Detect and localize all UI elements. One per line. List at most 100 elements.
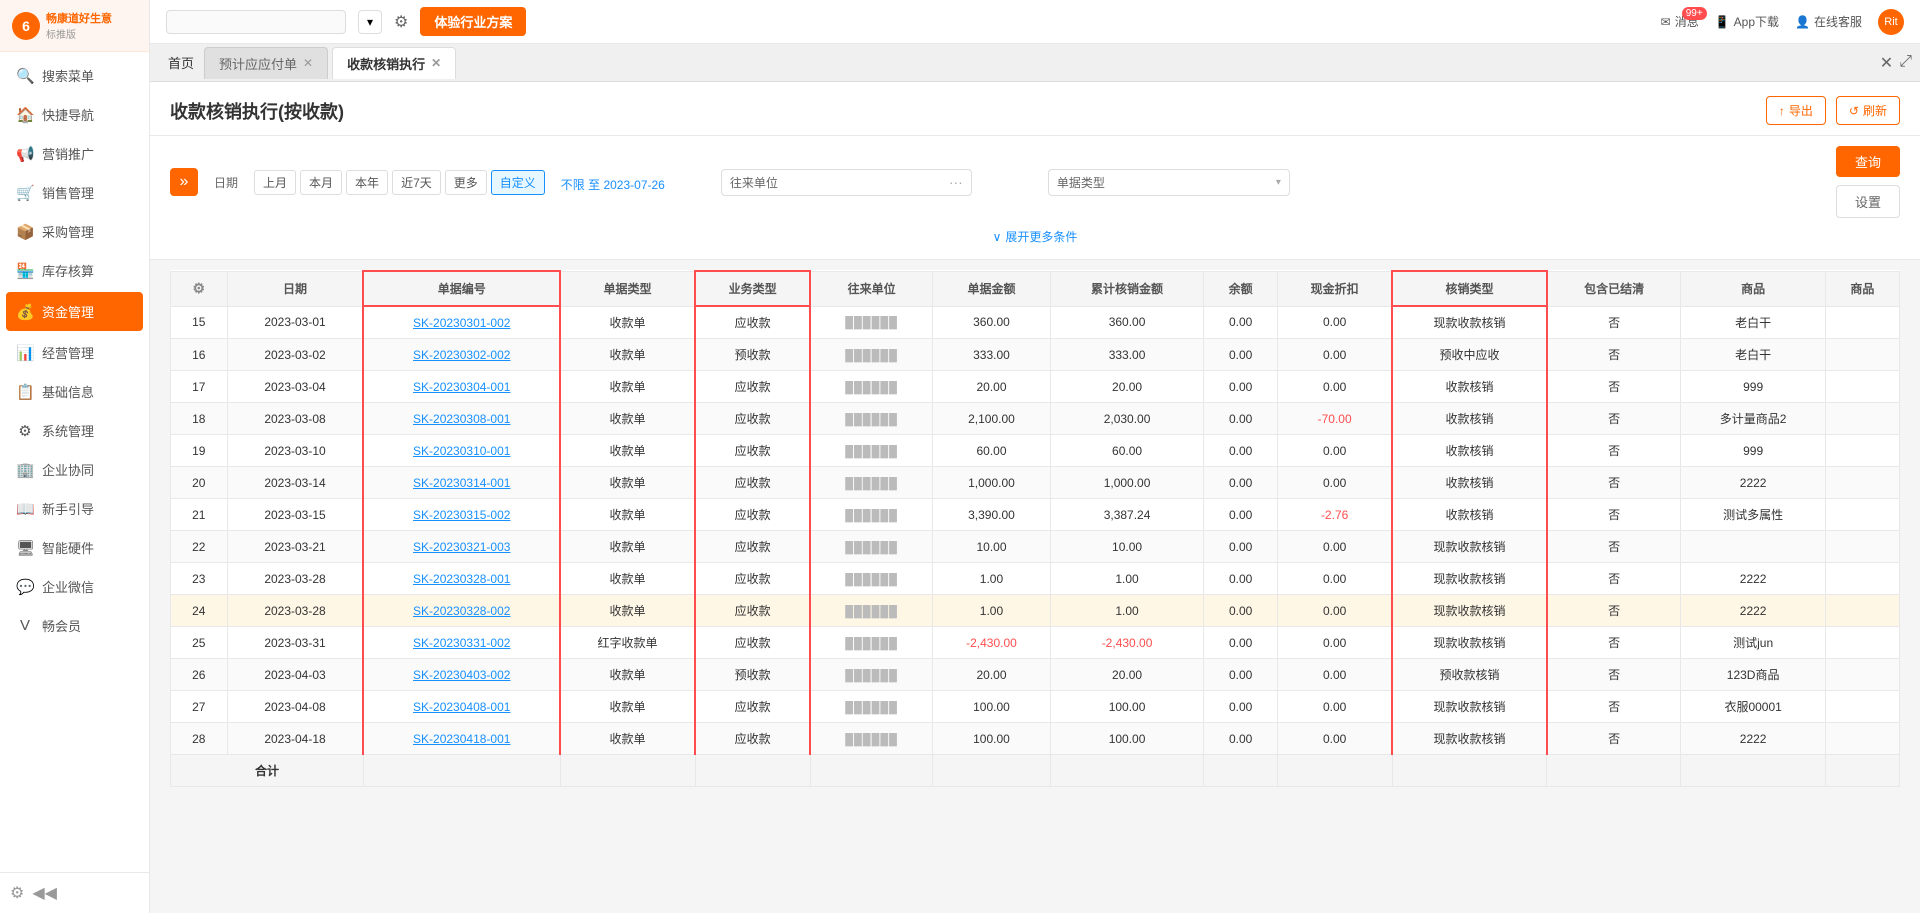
tab-collection-close[interactable]: ✕ bbox=[431, 56, 441, 70]
row-voucher-no[interactable]: SK-20230308-001 bbox=[363, 403, 560, 435]
export-btn[interactable]: ↑ 导出 bbox=[1766, 96, 1826, 125]
sidebar-item-basic[interactable]: 📋 基础信息 bbox=[0, 372, 149, 411]
sidebar-item-wechat[interactable]: 💬 企业微信 bbox=[0, 567, 149, 606]
row-voucher-no[interactable]: SK-20230310-001 bbox=[363, 435, 560, 467]
row-voucher-type: 收款单 bbox=[560, 339, 695, 371]
row-date: 2023-03-02 bbox=[227, 339, 363, 371]
row-voucher-no[interactable]: SK-20230315-002 bbox=[363, 499, 560, 531]
sidebar-item-purchase[interactable]: 📦 采购管理 bbox=[0, 212, 149, 251]
sidebar-item-sales[interactable]: 🛒 销售管理 bbox=[0, 173, 149, 212]
row-voucher-no[interactable]: SK-20230328-001 bbox=[363, 563, 560, 595]
footer-goods2 bbox=[1825, 755, 1899, 787]
setting-btn[interactable]: 设置 bbox=[1836, 185, 1900, 218]
unit-filter-input[interactable] bbox=[788, 175, 943, 189]
date-btn-this-month[interactable]: 本月 bbox=[300, 170, 342, 195]
date-filter-label: 日期 bbox=[214, 174, 238, 191]
topbar-search-input[interactable] bbox=[166, 10, 346, 34]
tab-home[interactable]: 首页 bbox=[158, 47, 204, 78]
voucher-type-input[interactable] bbox=[1115, 175, 1270, 189]
row-cash-discount: -70.00 bbox=[1278, 403, 1392, 435]
tab-prepayment-close[interactable]: ✕ bbox=[303, 56, 313, 70]
messages-btn[interactable]: ✉ 消息 99+ bbox=[1661, 13, 1699, 30]
date-btn-last-month[interactable]: 上月 bbox=[254, 170, 296, 195]
row-date: 2023-04-03 bbox=[227, 659, 363, 691]
sidebar-item-quicknav[interactable]: 🏠 快捷导航 bbox=[0, 95, 149, 134]
tab-expand-icon[interactable]: ⤢ bbox=[1899, 53, 1912, 73]
collapse-icon[interactable]: ◀◀ bbox=[32, 883, 57, 903]
expand-more-btn[interactable]: ∨ 展开更多条件 bbox=[993, 228, 1078, 245]
industry-btn[interactable]: 体验行业方案 bbox=[420, 7, 526, 36]
row-voucher-no[interactable]: SK-20230304-001 bbox=[363, 371, 560, 403]
voucher-link[interactable]: SK-20230304-001 bbox=[413, 380, 510, 394]
sidebar-item-search[interactable]: 🔍 搜索菜单 bbox=[0, 56, 149, 95]
row-goods2 bbox=[1825, 371, 1899, 403]
voucher-link[interactable]: SK-20230314-001 bbox=[413, 476, 510, 490]
topbar-gear-icon[interactable]: ⚙ bbox=[394, 12, 408, 32]
voucher-link[interactable]: SK-20230328-001 bbox=[413, 572, 510, 586]
row-biz-type: 应收款 bbox=[695, 627, 810, 659]
sidebar-item-operation[interactable]: 📊 经营管理 bbox=[0, 333, 149, 372]
sidebar-item-enterprise[interactable]: 🏢 企业协同 bbox=[0, 450, 149, 489]
search-icon: 🔍 bbox=[16, 67, 34, 85]
row-cancel-type: 收款核销 bbox=[1392, 403, 1547, 435]
unit-filter-dots[interactable]: ··· bbox=[949, 174, 963, 190]
settings-bottom-icon[interactable]: ⚙ bbox=[10, 883, 24, 903]
voucher-link[interactable]: SK-20230310-001 bbox=[413, 444, 510, 458]
row-voucher-no[interactable]: SK-20230302-002 bbox=[363, 339, 560, 371]
row-voucher-no[interactable]: SK-20230403-002 bbox=[363, 659, 560, 691]
date-btn-custom[interactable]: 自定义 bbox=[491, 170, 545, 195]
voucher-link[interactable]: SK-20230301-002 bbox=[413, 316, 510, 330]
system-icon: ⚙ bbox=[16, 422, 34, 440]
row-balance: 0.00 bbox=[1204, 531, 1278, 563]
app-download-btn[interactable]: 📱 App下载 bbox=[1715, 13, 1779, 30]
voucher-link[interactable]: SK-20230308-001 bbox=[413, 412, 510, 426]
sidebar-item-member[interactable]: V 畅会员 bbox=[0, 606, 149, 645]
row-goods: 测试jun bbox=[1681, 627, 1825, 659]
row-goods2 bbox=[1825, 627, 1899, 659]
col-gear-icon[interactable]: ⚙ bbox=[192, 280, 205, 296]
voucher-link[interactable]: SK-20230321-003 bbox=[413, 540, 510, 554]
tab-close-all-icon[interactable]: ✕ bbox=[1880, 53, 1893, 73]
sidebar-item-finance[interactable]: 💰 资金管理 bbox=[6, 292, 143, 331]
row-goods2 bbox=[1825, 723, 1899, 755]
member-icon: V bbox=[16, 617, 34, 634]
sidebar-item-inventory[interactable]: 🏪 库存核算 bbox=[0, 251, 149, 290]
date-btn-more[interactable]: 更多 bbox=[445, 170, 487, 195]
row-voucher-no[interactable]: SK-20230418-001 bbox=[363, 723, 560, 755]
row-counterpart: ██████ bbox=[810, 403, 932, 435]
row-voucher-no[interactable]: SK-20230408-001 bbox=[363, 691, 560, 723]
content: 收款核销执行(按收款) ↑ 导出 ↺ 刷新 » 日期 上月 本月 bbox=[150, 82, 1920, 913]
row-voucher-type: 收款单 bbox=[560, 306, 695, 339]
refresh-btn[interactable]: ↺ 刷新 bbox=[1836, 96, 1900, 125]
row-voucher-no[interactable]: SK-20230301-002 bbox=[363, 306, 560, 339]
col-gear[interactable]: ⚙ bbox=[171, 271, 228, 306]
date-btn-7days[interactable]: 近7天 bbox=[392, 170, 441, 195]
user-avatar[interactable]: Rit bbox=[1878, 9, 1904, 35]
row-voucher-no[interactable]: SK-20230314-001 bbox=[363, 467, 560, 499]
sidebar-item-guide[interactable]: 📖 新手引导 bbox=[0, 489, 149, 528]
row-voucher-no[interactable]: SK-20230328-002 bbox=[363, 595, 560, 627]
voucher-link[interactable]: SK-20230331-002 bbox=[413, 636, 510, 650]
query-btn[interactable]: 查询 bbox=[1836, 146, 1900, 177]
sidebar-item-system[interactable]: ⚙ 系统管理 bbox=[0, 411, 149, 450]
online-service-btn[interactable]: 👤 在线客服 bbox=[1795, 13, 1862, 30]
voucher-link[interactable]: SK-20230403-002 bbox=[413, 668, 510, 682]
row-voucher-no[interactable]: SK-20230321-003 bbox=[363, 531, 560, 563]
row-date: 2023-03-04 bbox=[227, 371, 363, 403]
topbar-dropdown-btn[interactable]: ▾ bbox=[358, 10, 382, 34]
sidebar-item-marketing[interactable]: 📢 营销推广 bbox=[0, 134, 149, 173]
sales-icon: 🛒 bbox=[16, 184, 34, 202]
sidebar-item-hardware[interactable]: 🖥 智能硬件 bbox=[0, 528, 149, 567]
voucher-link[interactable]: SK-20230315-002 bbox=[413, 508, 510, 522]
tab-prepayment[interactable]: 预计应应付单 ✕ bbox=[204, 47, 328, 79]
marketing-icon: 📢 bbox=[16, 145, 34, 163]
tab-collection[interactable]: 收款核销执行 ✕ bbox=[332, 47, 456, 79]
voucher-link[interactable]: SK-20230328-002 bbox=[413, 604, 510, 618]
row-voucher-no[interactable]: SK-20230331-002 bbox=[363, 627, 560, 659]
voucher-link[interactable]: SK-20230408-001 bbox=[413, 700, 510, 714]
voucher-link[interactable]: SK-20230302-002 bbox=[413, 348, 510, 362]
row-cancel-type: 现款收款核销 bbox=[1392, 531, 1547, 563]
voucher-link[interactable]: SK-20230418-001 bbox=[413, 732, 510, 746]
filter-arrow-btn[interactable]: » bbox=[170, 168, 198, 196]
date-btn-this-year[interactable]: 本年 bbox=[346, 170, 388, 195]
